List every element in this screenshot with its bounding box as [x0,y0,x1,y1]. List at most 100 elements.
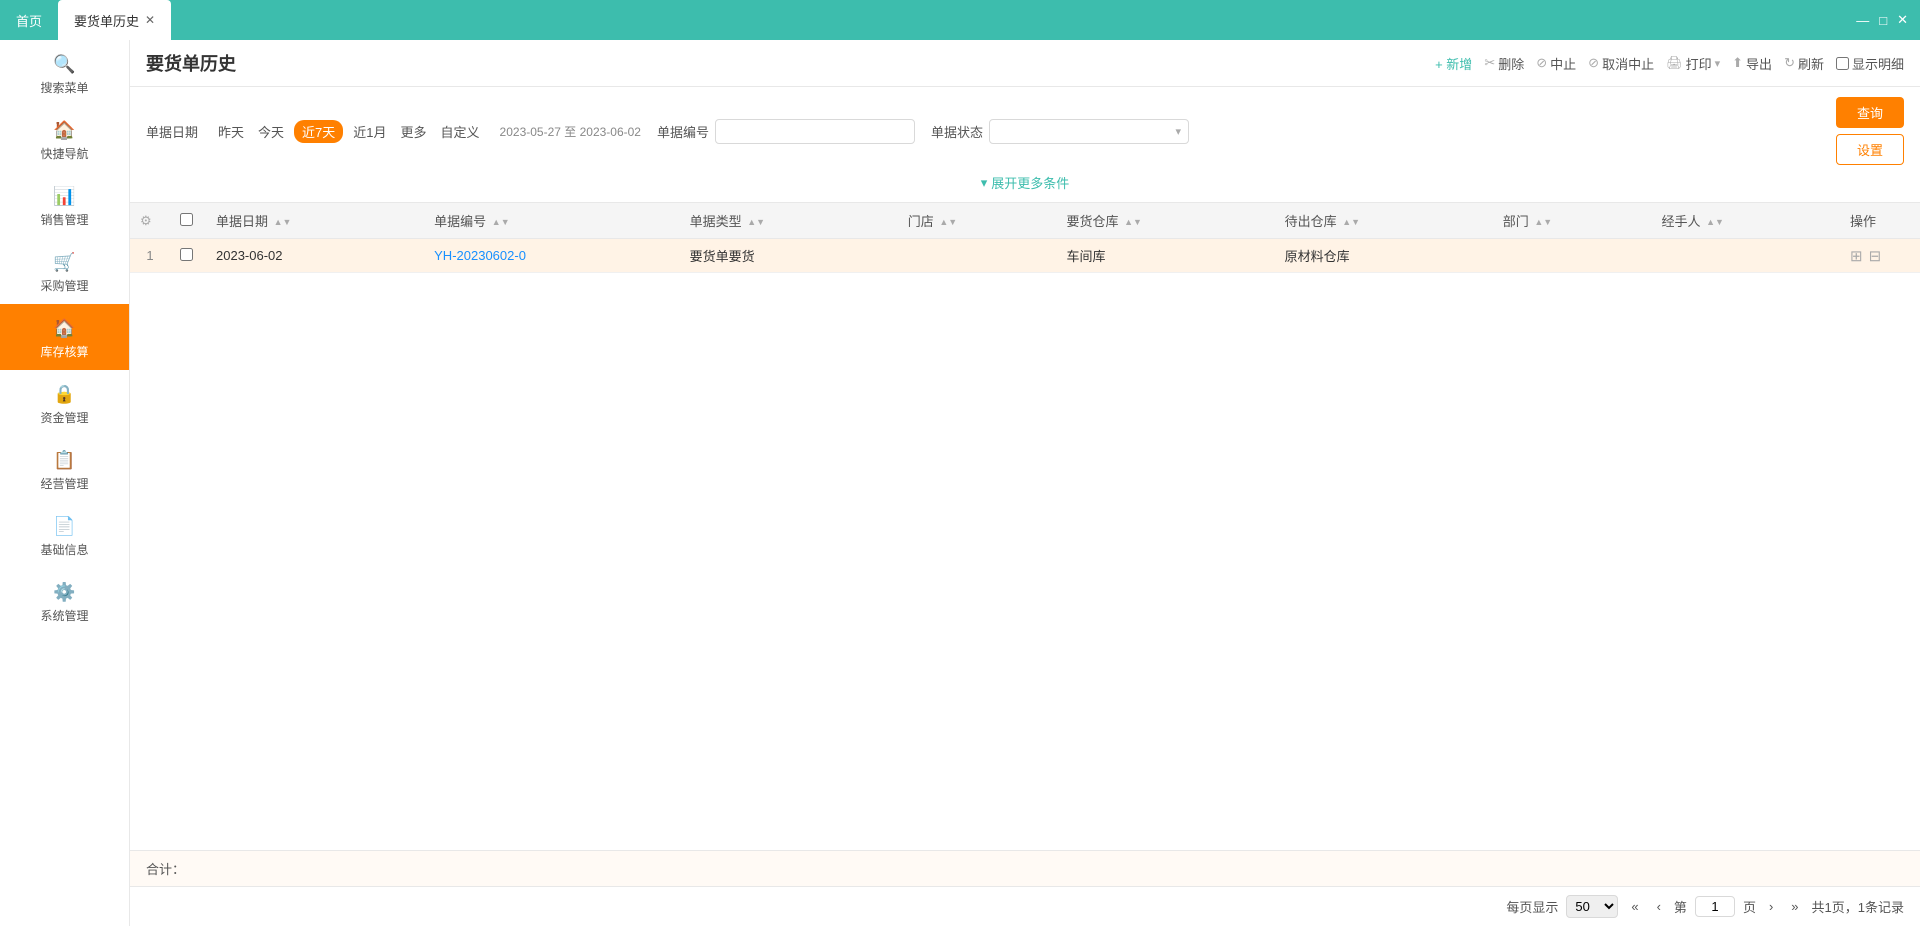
table-row: 1 2023-06-02 YH-20230602-0 要货单要货 车间库 原材料… [130,239,1920,273]
status-select[interactable] [989,119,1189,144]
sort-icon[interactable]: ▲▼ [747,218,765,227]
date-tab-today[interactable]: 今天 [254,120,288,143]
export-button-label: 导出 [1746,54,1772,73]
action-icons: ⊞ ⊟ [1850,247,1910,265]
sidebar-item-system[interactable]: ⚙️ 系统管理 [0,568,129,634]
date-tab-yesterday[interactable]: 昨天 [214,120,248,143]
window-close[interactable]: ✕ [1897,12,1908,28]
row-doc-date: 2023-06-02 [206,239,424,273]
new-button-label: + 新增 [1435,54,1472,73]
purchase-icon: 🛒 [53,252,75,273]
row-actions: ⊞ ⊟ [1840,239,1920,273]
edit-icon[interactable]: ⊞ [1850,247,1863,265]
sort-icon[interactable]: ▲▼ [492,218,510,227]
tab-home[interactable]: 首页 [0,0,58,40]
display-detail-toggle[interactable]: 显示明细 [1836,54,1904,73]
system-icon: ⚙️ [53,582,75,603]
total-info: 共1页，1条记录 [1812,897,1904,916]
sidebar-item-finance[interactable]: 🔒 资金管理 [0,370,129,436]
settings-button[interactable]: 设置 [1836,134,1904,165]
summary-label: 合计： [146,859,185,878]
doc-no-input[interactable] [715,119,915,144]
date-tab-custom[interactable]: 自定义 [437,120,484,143]
tab-bar: 首页 要货单历史 ✕ [0,0,171,40]
status-label: 单据状态 [931,122,983,141]
sidebar-item-operations-label: 经营管理 [40,475,88,492]
row-select-checkbox[interactable] [180,248,193,261]
search-menu-icon: 🔍 [53,54,75,75]
per-page-select[interactable]: 10 20 50 100 [1566,895,1618,918]
row-store [898,239,1057,273]
select-all-checkbox[interactable] [180,213,193,226]
sidebar-item-sales[interactable]: 📊 销售管理 [0,172,129,238]
stop-button[interactable]: ⊘ 中止 [1536,54,1576,73]
sort-icon[interactable]: ▲▼ [1124,218,1142,227]
print-button[interactable]: 🖨 打印 ▾ [1666,54,1720,73]
filter-actions: 查询 设置 [1836,97,1904,165]
sidebar-item-inventory-label: 库存核算 [40,343,88,360]
delete-row-icon[interactable]: ⊟ [1869,247,1882,265]
refresh-button[interactable]: ↻ 刷新 [1784,54,1824,73]
sort-icon[interactable]: ▲▼ [1706,218,1724,227]
delete-button-label: 删除 [1498,54,1524,73]
last-page-button[interactable]: » [1786,897,1803,916]
operations-icon: 📋 [53,450,75,471]
col-doc-date: 单据日期 ▲▼ [206,203,424,239]
col-pending-warehouse: 待出仓库 ▲▼ [1275,203,1493,239]
refresh-button-label: 刷新 [1798,54,1824,73]
page-header: 要货单历史 + 新增 ✂ 删除 ⊘ 中止 ⊘ 取消中止 🖨 [130,40,1920,87]
col-doc-type: 单据类型 ▲▼ [680,203,898,239]
sort-icon[interactable]: ▲▼ [1342,218,1360,227]
query-button[interactable]: 查询 [1836,97,1904,128]
table-settings-icon[interactable]: ⚙ [140,213,152,228]
home-icon: 🏠 [53,120,75,141]
cancel-stop-button-label: 取消中止 [1602,54,1654,73]
table-header-row: ⚙ 单据日期 ▲▼ 单据编号 ▲▼ [130,203,1920,239]
tab-requisition-history[interactable]: 要货单历史 ✕ [58,0,171,40]
date-tab-more[interactable]: 更多 [397,120,431,143]
sidebar-item-quick-nav-label: 快捷导航 [40,145,88,162]
sidebar-item-quick-nav[interactable]: 🏠 快捷导航 [0,106,129,172]
window-minimize[interactable]: — [1856,13,1869,28]
row-num: 1 [130,239,170,273]
prev-page-button[interactable]: ‹ [1652,897,1666,916]
sidebar-item-basic-info[interactable]: 📄 基础信息 [0,502,129,568]
window-maximize[interactable]: □ [1879,13,1887,28]
sidebar-item-inventory[interactable]: 🏠 库存核算 [0,304,129,370]
col-doc-no: 单据编号 ▲▼ [424,203,679,239]
row-doc-no[interactable]: YH-20230602-0 [424,239,679,273]
tab-home-label: 首页 [16,11,42,30]
first-page-button[interactable]: « [1626,897,1643,916]
cancel-stop-button[interactable]: ⊘ 取消中止 [1588,54,1654,73]
finance-icon: 🔒 [53,384,75,405]
new-button[interactable]: + 新增 [1435,54,1472,73]
basic-info-icon: 📄 [53,516,75,537]
top-bar: 首页 要货单历史 ✕ — □ ✕ [0,0,1920,40]
col-department: 部门 ▲▼ [1493,203,1652,239]
display-detail-checkbox[interactable] [1836,57,1849,70]
tab-close-icon[interactable]: ✕ [145,13,155,27]
filter-bar: 单据日期 昨天 今天 近7天 近1月 更多 自定义 2023-05-27 至 2… [130,87,1920,203]
doc-no-label: 单据编号 [657,122,709,141]
row-doc-type: 要货单要货 [680,239,898,273]
expand-more-conditions[interactable]: ▾ 展开更多条件 [146,173,1904,192]
date-tabs: 昨天 今天 近7天 近1月 更多 自定义 [214,120,484,143]
inventory-icon: 🏠 [53,318,75,339]
date-tab-7days[interactable]: 近7天 [294,120,343,143]
sidebar-item-search-menu[interactable]: 🔍 搜索菜单 [0,40,129,106]
sidebar-item-system-label: 系统管理 [40,607,88,624]
sort-icon[interactable]: ▲▼ [939,218,957,227]
sales-icon: 📊 [53,186,75,207]
sidebar-item-operations[interactable]: 📋 经营管理 [0,436,129,502]
doc-no-link[interactable]: YH-20230602-0 [434,248,526,263]
col-req-warehouse: 要货仓库 ▲▼ [1056,203,1274,239]
date-tab-1month[interactable]: 近1月 [349,120,390,143]
page-number-input[interactable] [1695,896,1735,917]
chevron-down-icon: ▾ [981,175,988,191]
sort-icon[interactable]: ▲▼ [274,218,292,227]
next-page-button[interactable]: › [1764,897,1778,916]
delete-button[interactable]: ✂ 删除 [1484,54,1524,73]
sidebar-item-purchase[interactable]: 🛒 采购管理 [0,238,129,304]
sort-icon[interactable]: ▲▼ [1534,218,1552,227]
export-button[interactable]: ⬆ 导出 [1732,54,1772,73]
